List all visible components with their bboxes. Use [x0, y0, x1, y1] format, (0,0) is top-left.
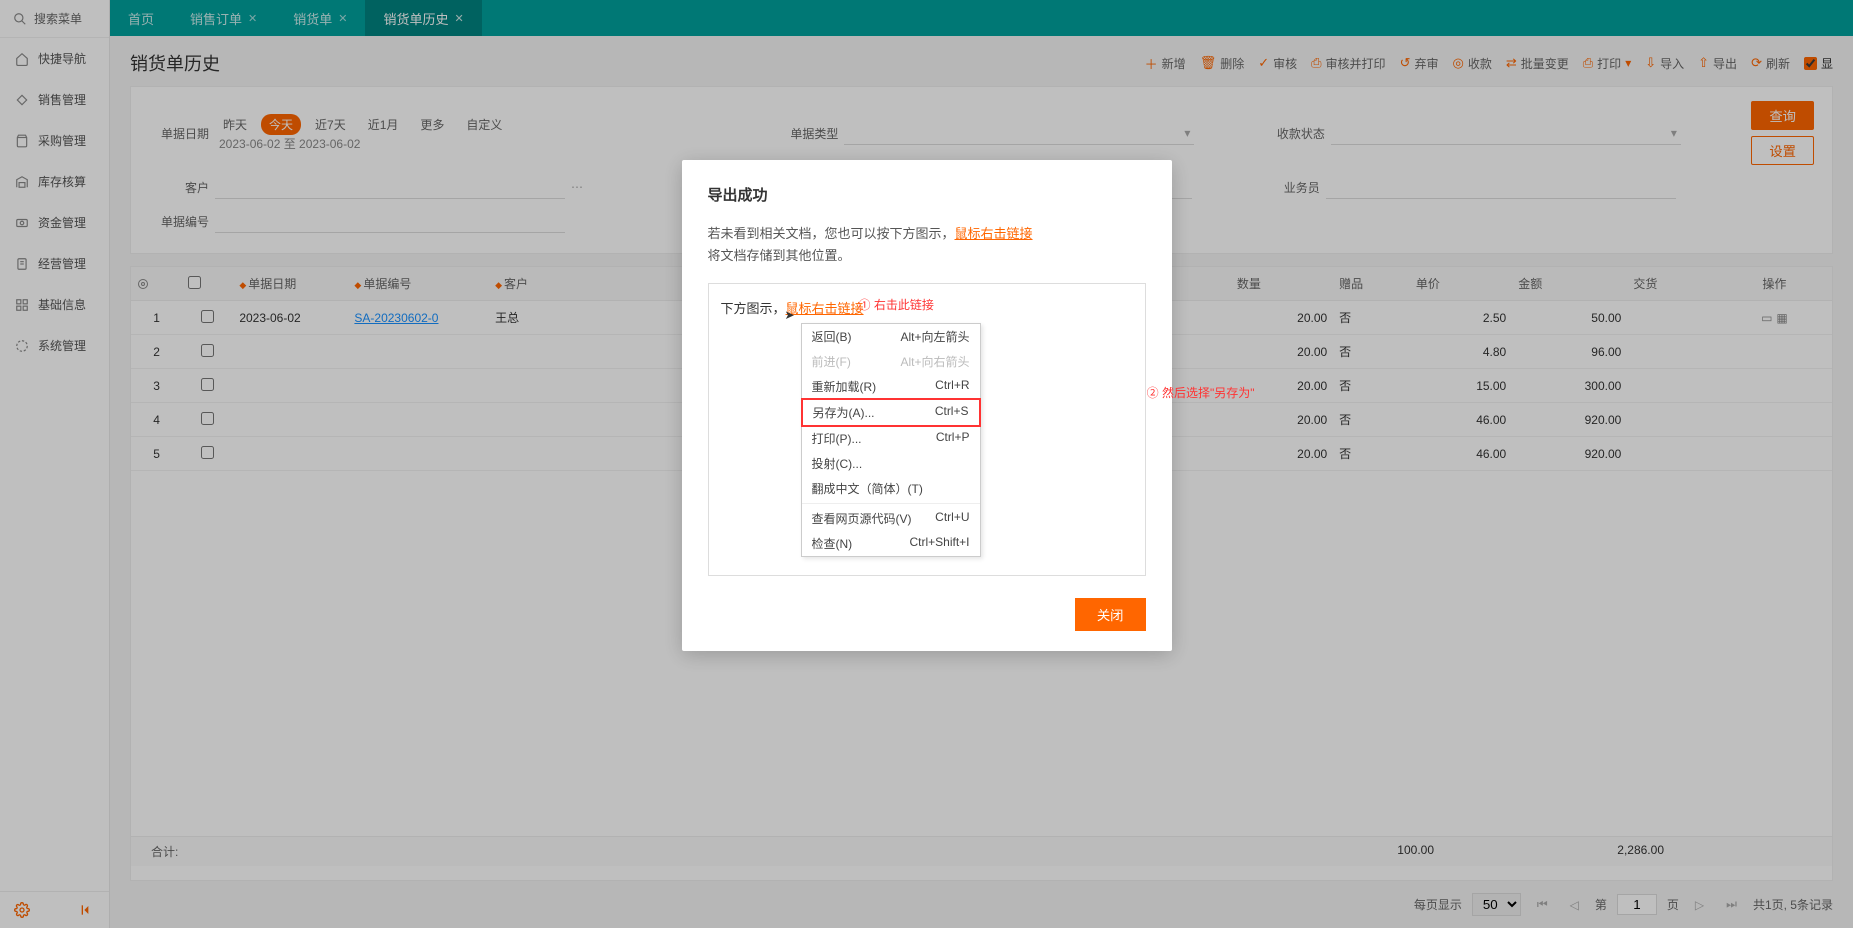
right-click-link-hint: 鼠标右击链接	[955, 226, 1033, 241]
modal-description: 若未看到相关文档，您也可以按下方图示，鼠标右击链接 将文档存储到其他位置。	[708, 223, 1146, 267]
context-menu-item: 查看网页源代码(V)Ctrl+U	[802, 506, 980, 531]
context-menu-item: 返回(B)Alt+向左箭头	[802, 324, 980, 349]
modal-overlay: 导出成功 若未看到相关文档，您也可以按下方图示，鼠标右击链接 将文档存储到其他位…	[0, 0, 1853, 928]
export-success-modal: 导出成功 若未看到相关文档，您也可以按下方图示，鼠标右击链接 将文档存储到其他位…	[682, 160, 1172, 651]
cursor-icon: ➤	[785, 308, 795, 322]
callout-2: ② 然后选择"另存为"	[1147, 384, 1255, 401]
context-menu-item: 投射(C)...	[802, 451, 980, 476]
close-button[interactable]: 关闭	[1075, 598, 1146, 631]
demo-link: 鼠标右击链接	[786, 301, 864, 316]
modal-title: 导出成功	[708, 184, 1146, 205]
context-menu-item: 另存为(A)...Ctrl+S	[801, 398, 981, 427]
context-menu-item: 前进(F)Alt+向右箭头	[802, 349, 980, 374]
context-menu-illustration: 返回(B)Alt+向左箭头前进(F)Alt+向右箭头重新加载(R)Ctrl+R另…	[801, 323, 981, 557]
callout-1: ① 右击此链接	[859, 296, 934, 313]
context-menu-item: 检查(N)Ctrl+Shift+I	[802, 531, 980, 556]
context-menu-item: 翻成中文（简体）(T)	[802, 476, 980, 501]
context-menu-item: 打印(P)...Ctrl+P	[802, 426, 980, 451]
context-menu-item: 重新加载(R)Ctrl+R	[802, 374, 980, 399]
instruction-diagram: 下方图示，鼠标右击链接 ➤ ① 右击此链接 返回(B)Alt+向左箭头前进(F)…	[708, 283, 1146, 576]
